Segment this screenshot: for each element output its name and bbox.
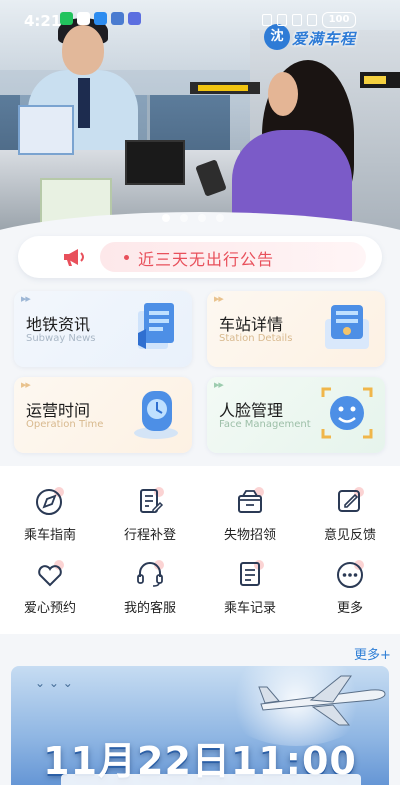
banner-exit-sign bbox=[360, 72, 400, 88]
service-label: 更多 bbox=[336, 601, 363, 616]
carousel-dot-2[interactable] bbox=[180, 214, 188, 222]
status-bar: 4:21 100 bbox=[0, 0, 400, 36]
card-decor-arrows: ▶▶ bbox=[214, 295, 224, 303]
notification-icons bbox=[60, 12, 141, 25]
card-subway-news[interactable]: ▶▶ 地铁资讯 Subway News bbox=[14, 291, 192, 367]
megaphone-icon bbox=[64, 249, 84, 266]
battery-icon: 100 bbox=[322, 12, 356, 28]
carousel-dot-1[interactable] bbox=[162, 214, 170, 222]
banner-staff-tie bbox=[78, 78, 90, 128]
compass-icon bbox=[36, 487, 64, 515]
app-notification-icon bbox=[111, 12, 124, 25]
feedback-edit-icon bbox=[338, 487, 364, 512]
service-ride-records[interactable]: 乘车记录 bbox=[200, 539, 300, 616]
qq-icon bbox=[77, 12, 90, 25]
airplane-icon bbox=[258, 675, 386, 726]
status-indicators: 100 bbox=[262, 12, 356, 28]
card-decor-arrows: ▶▶ bbox=[21, 295, 31, 303]
alarm-icon bbox=[277, 14, 287, 26]
card-title: 运营时间 bbox=[26, 401, 91, 420]
banner-sign bbox=[190, 82, 260, 94]
card-decor-arrows: ▶▶ bbox=[214, 381, 224, 389]
station-icon bbox=[325, 305, 369, 349]
card-title: 人脸管理 bbox=[219, 401, 284, 420]
banner-monitor bbox=[125, 140, 185, 185]
service-care-booking[interactable]: 爱心预约 bbox=[0, 539, 100, 616]
card-station-details[interactable]: ▶▶ 车站详情 Station Details bbox=[207, 291, 385, 367]
card-title: 车站详情 bbox=[219, 315, 284, 334]
card-decor-arrows: ▶▶ bbox=[21, 381, 31, 389]
record-list-icon bbox=[240, 560, 264, 586]
app-notification-icon bbox=[128, 12, 141, 25]
box-icon bbox=[238, 487, 264, 513]
document-edit-icon bbox=[140, 487, 164, 513]
service-more[interactable]: 更多 bbox=[300, 539, 400, 616]
service-lost-found[interactable]: 失物招领 bbox=[200, 466, 300, 543]
card-subtitle: Operation Time bbox=[26, 419, 104, 430]
signal-icon bbox=[307, 14, 317, 26]
promo-subline bbox=[61, 774, 361, 785]
service-ride-guide[interactable]: 乘车指南 bbox=[0, 466, 100, 543]
service-label: 爱心预约 bbox=[23, 601, 76, 616]
announcement-bullet bbox=[124, 255, 129, 260]
announcement-text: 近三天无出行公告 bbox=[138, 250, 275, 269]
carousel-dot-4[interactable] bbox=[216, 214, 224, 222]
service-feedback[interactable]: 意见反馈 bbox=[300, 466, 400, 543]
service-label: 乘车记录 bbox=[223, 601, 276, 616]
service-grid: 乘车指南 行程补登 失物招领 意见反馈 爱心预约 我的客服 乘车记录 更多 bbox=[0, 466, 400, 634]
status-time: 4:21 bbox=[24, 12, 62, 30]
service-trip-makeup[interactable]: 行程补登 bbox=[100, 466, 200, 543]
carousel-dot-3[interactable] bbox=[198, 214, 206, 222]
service-customer-support[interactable]: 我的客服 bbox=[100, 539, 200, 616]
service-label: 我的客服 bbox=[123, 601, 176, 616]
card-face-management[interactable]: ▶▶ 人脸管理 Face Management bbox=[207, 377, 385, 453]
card-subtitle: Station Details bbox=[219, 333, 293, 344]
wechat-icon bbox=[60, 12, 73, 25]
clock-icon bbox=[134, 391, 178, 439]
card-subtitle: Subway News bbox=[26, 333, 96, 344]
promo-banner[interactable]: ⌄ ⌄ ⌄ 11月22日11:00 bbox=[11, 666, 389, 785]
announcement-bar[interactable]: 近三天无出行公告 bbox=[18, 236, 382, 278]
heart-icon bbox=[38, 560, 64, 587]
card-title: 地铁资讯 bbox=[26, 315, 91, 334]
card-operation-time[interactable]: ▶▶ 运营时间 Operation Time bbox=[14, 377, 192, 453]
banner-poster bbox=[18, 105, 74, 155]
more-link[interactable]: 更多+ bbox=[354, 644, 391, 663]
bird-icon: ⌄ ⌄ ⌄ bbox=[35, 676, 73, 690]
headset-icon bbox=[137, 560, 164, 587]
banner-passenger-face bbox=[268, 72, 298, 116]
app-notification-icon bbox=[94, 12, 107, 25]
card-subtitle: Face Management bbox=[219, 419, 311, 430]
nfc-icon bbox=[262, 14, 272, 26]
news-icon bbox=[138, 303, 174, 349]
wifi-icon bbox=[292, 14, 302, 26]
face-scan-icon bbox=[321, 387, 373, 439]
more-dots-icon bbox=[337, 560, 364, 588]
carousel-indicators[interactable] bbox=[162, 214, 224, 222]
